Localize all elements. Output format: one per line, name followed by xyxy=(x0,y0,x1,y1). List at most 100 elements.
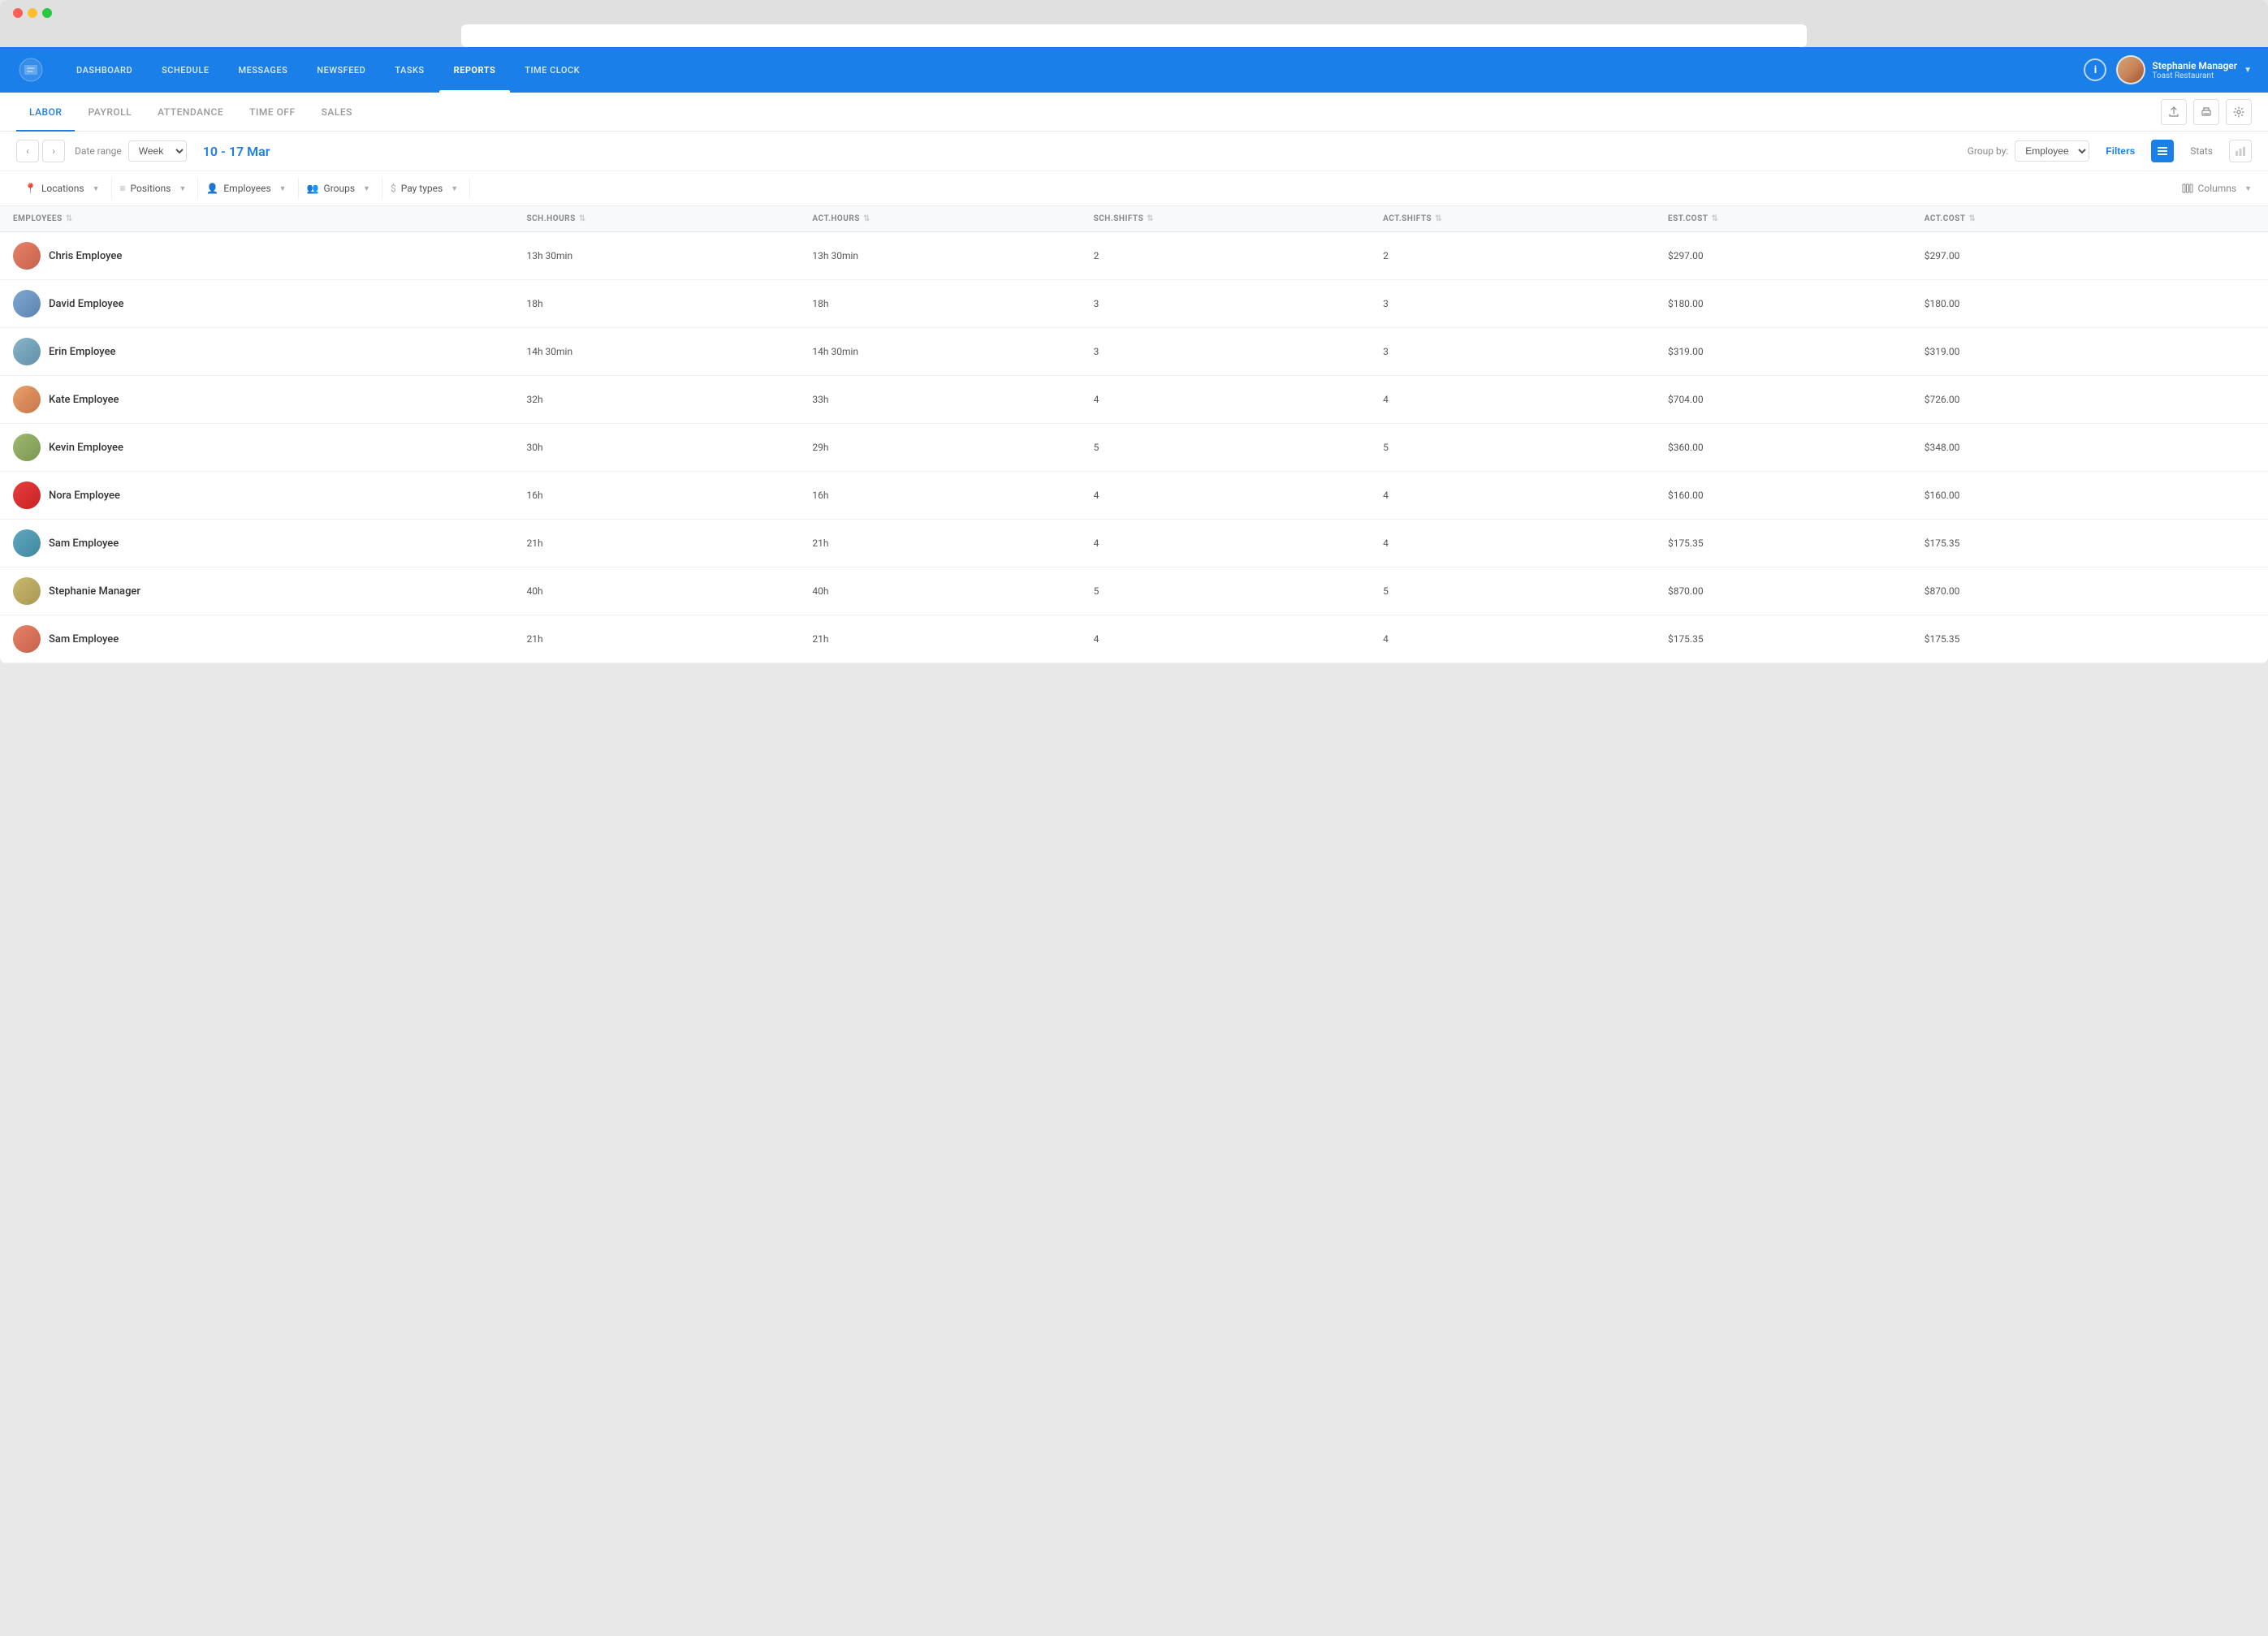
app-container: Dashboard Schedule Messages Newsfeed Tas… xyxy=(0,47,2268,663)
cell-act-shifts: 4 xyxy=(1370,520,1655,568)
employee-avatar xyxy=(13,625,41,653)
address-bar[interactable] xyxy=(461,24,1807,47)
nav-item-newsfeed[interactable]: Newsfeed xyxy=(302,47,380,93)
dot-yellow[interactable] xyxy=(28,8,37,18)
dot-green[interactable] xyxy=(42,8,52,18)
cell-act-hours: 14h 30min xyxy=(799,328,1080,376)
employee-name: Erin Employee xyxy=(49,346,116,358)
cell-sch-hours: 30h xyxy=(513,424,799,472)
cell-act-cost: $175.35 xyxy=(1912,520,2171,568)
table-row[interactable]: Stephanie Manager 40h 40h 5 5 $870.00 $8… xyxy=(0,568,2268,615)
tab-payroll[interactable]: Payroll xyxy=(75,93,145,132)
filter-locations[interactable]: 📍 Locations ▼ xyxy=(16,178,112,199)
cell-row-action: › xyxy=(2171,520,2268,568)
table-row[interactable]: Erin Employee 14h 30min 14h 30min 3 3 $3… xyxy=(0,328,2268,376)
info-icon[interactable]: i xyxy=(2084,58,2106,81)
cell-act-hours: 29h xyxy=(799,424,1080,472)
tab-time-off[interactable]: Time Off xyxy=(236,93,308,132)
nav-item-messages[interactable]: Messages xyxy=(224,47,303,93)
tab-attendance[interactable]: Attendance xyxy=(145,93,236,132)
chart-view-button[interactable] xyxy=(2229,140,2252,162)
cell-act-cost: $348.00 xyxy=(1912,424,2171,472)
th-act-shifts: ACT.SHIFTS ⇅ xyxy=(1370,206,1655,232)
cell-employee: Sam Employee xyxy=(0,615,513,663)
cell-sch-hours: 32h xyxy=(513,376,799,424)
sort-icon-employees: ⇅ xyxy=(66,214,73,223)
table-row[interactable]: Sam Employee 21h 21h 4 4 $175.35 $175.35… xyxy=(0,615,2268,663)
list-view-button[interactable] xyxy=(2151,140,2174,162)
filter-positions-chevron: ▼ xyxy=(179,184,186,193)
tab-labor[interactable]: Labor xyxy=(16,93,75,132)
th-employees: Employees ⇅ xyxy=(0,206,513,232)
date-range-select[interactable]: Week Day Month xyxy=(128,140,187,162)
toolbar: ‹ › Date range Week Day Month 10 - 17 Ma… xyxy=(0,132,2268,171)
top-nav: Dashboard Schedule Messages Newsfeed Tas… xyxy=(0,47,2268,93)
nav-item-dashboard[interactable]: Dashboard xyxy=(62,47,147,93)
cell-est-cost: $319.00 xyxy=(1655,328,1912,376)
list-icon: ≡ xyxy=(120,183,126,194)
filter-positions[interactable]: ≡ Positions ▼ xyxy=(112,178,199,199)
cell-sch-hours: 18h xyxy=(513,280,799,328)
cell-act-hours: 21h xyxy=(799,615,1080,663)
employee-name: Sam Employee xyxy=(49,633,119,645)
cell-sch-shifts: 3 xyxy=(1081,328,1371,376)
columns-filter[interactable]: Columns ▼ xyxy=(2182,183,2252,194)
filter-pay-types[interactable]: $ Pay types ▼ xyxy=(382,178,470,199)
cell-employee: Nora Employee xyxy=(0,472,513,520)
th-est-cost: EST.COST ⇅ xyxy=(1655,206,1912,232)
cell-act-hours: 21h xyxy=(799,520,1080,568)
sort-icon-sch-shifts: ⇅ xyxy=(1147,214,1154,223)
employee-avatar xyxy=(13,481,41,509)
cell-row-action: › xyxy=(2171,424,2268,472)
cell-employee: Chris Employee xyxy=(0,232,513,280)
browser-dots xyxy=(13,8,2255,18)
nav-item-timeclock[interactable]: Time Clock xyxy=(510,47,594,93)
cell-est-cost: $175.35 xyxy=(1655,615,1912,663)
nav-right: i Stephanie Manager Toast Restaurant ▼ xyxy=(2084,55,2252,84)
stats-button[interactable]: Stats xyxy=(2184,142,2219,160)
settings-button[interactable] xyxy=(2226,99,2252,125)
cell-sch-shifts: 5 xyxy=(1081,424,1371,472)
group-by-select[interactable]: Employee Position Location xyxy=(2015,140,2089,162)
th-act-cost: ACT.COST ⇅ xyxy=(1912,206,2171,232)
cell-sch-shifts: 5 xyxy=(1081,568,1371,615)
tab-sales[interactable]: Sales xyxy=(309,93,365,132)
sort-icon-act-hours: ⇅ xyxy=(863,214,870,223)
cell-act-cost: $297.00 xyxy=(1912,232,2171,280)
cell-employee: Sam Employee xyxy=(0,520,513,568)
prev-arrow[interactable]: ‹ xyxy=(16,140,39,162)
table-row[interactable]: Chris Employee 13h 30min 13h 30min 2 2 $… xyxy=(0,232,2268,280)
employee-avatar xyxy=(13,529,41,557)
next-arrow[interactable]: › xyxy=(42,140,65,162)
cell-act-shifts: 5 xyxy=(1370,568,1655,615)
dot-red[interactable] xyxy=(13,8,23,18)
upload-button[interactable] xyxy=(2161,99,2187,125)
table-row[interactable]: David Employee 18h 18h 3 3 $180.00 $180.… xyxy=(0,280,2268,328)
cell-sch-shifts: 2 xyxy=(1081,232,1371,280)
cell-act-hours: 16h xyxy=(799,472,1080,520)
nav-item-tasks[interactable]: Tasks xyxy=(380,47,438,93)
table-row[interactable]: Nora Employee 16h 16h 4 4 $160.00 $160.0… xyxy=(0,472,2268,520)
table-row[interactable]: Sam Employee 21h 21h 4 4 $175.35 $175.35… xyxy=(0,520,2268,568)
filter-groups[interactable]: 👥 Groups ▼ xyxy=(299,178,382,199)
user-menu[interactable]: Stephanie Manager Toast Restaurant ▼ xyxy=(2116,55,2252,84)
nav-item-reports[interactable]: Reports xyxy=(439,47,511,93)
employee-avatar xyxy=(13,386,41,413)
cell-row-action: › xyxy=(2171,232,2268,280)
group-by-label: Group by: xyxy=(1968,145,2009,157)
cell-est-cost: $704.00 xyxy=(1655,376,1912,424)
employee-table: Employees ⇅ SCH.HOURS ⇅ ACT.HOURS xyxy=(0,206,2268,663)
filter-employees[interactable]: 👤 Employees ▼ xyxy=(198,178,298,199)
date-range-label: Date range xyxy=(75,145,122,157)
cell-row-action: › xyxy=(2171,280,2268,328)
table-row[interactable]: Kate Employee 32h 33h 4 4 $704.00 $726.0… xyxy=(0,376,2268,424)
print-button[interactable] xyxy=(2193,99,2219,125)
nav-item-schedule[interactable]: Schedule xyxy=(147,47,223,93)
filters-button[interactable]: Filters xyxy=(2099,142,2141,160)
cell-sch-shifts: 3 xyxy=(1081,280,1371,328)
cell-act-hours: 13h 30min xyxy=(799,232,1080,280)
table-row[interactable]: Kevin Employee 30h 29h 5 5 $360.00 $348.… xyxy=(0,424,2268,472)
cell-sch-hours: 13h 30min xyxy=(513,232,799,280)
cell-est-cost: $160.00 xyxy=(1655,472,1912,520)
avatar xyxy=(2116,55,2145,84)
